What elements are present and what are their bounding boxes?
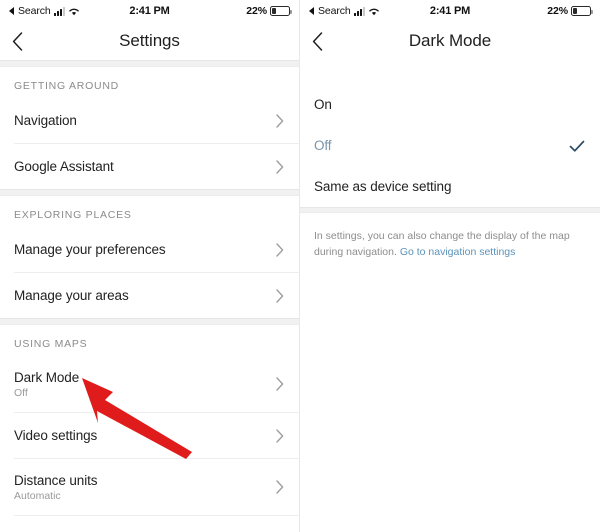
battery-percent-label: 22% bbox=[246, 5, 267, 17]
settings-navbar: Settings bbox=[0, 22, 299, 60]
row-texts: Google Assistant bbox=[14, 159, 275, 174]
row-texts: Navigation bbox=[14, 113, 275, 128]
battery-low-icon bbox=[571, 6, 593, 16]
row-title: Manage your preferences bbox=[14, 242, 166, 257]
chevron-right-icon bbox=[275, 113, 285, 129]
carrier-back-label: Search bbox=[18, 5, 51, 17]
status-left-group: Search bbox=[9, 5, 129, 17]
status-bar-right: Search 2:41 PM 22% bbox=[300, 0, 600, 22]
section-header-using-maps: USING MAPS bbox=[14, 338, 88, 350]
row-texts: Manage your preferences bbox=[14, 242, 275, 257]
chevron-right-icon bbox=[275, 428, 285, 444]
chevron-right-icon bbox=[275, 479, 285, 495]
settings-row-distance-units[interactable]: Distance units Automatic bbox=[0, 459, 299, 515]
option-row-off[interactable]: Off bbox=[300, 125, 600, 166]
row-title: Dark Mode bbox=[14, 369, 80, 385]
settings-row-google-assistant[interactable]: Google Assistant bbox=[0, 144, 299, 189]
status-bar-left: Search 2:41 PM 22% bbox=[0, 0, 299, 22]
row-title: Video settings bbox=[14, 428, 98, 443]
signal-bars-icon bbox=[353, 6, 365, 16]
section-band bbox=[0, 60, 299, 67]
row-texts: Manage your areas bbox=[14, 288, 275, 303]
dark-mode-navbar: Dark Mode bbox=[300, 22, 600, 60]
row-subtitle: Off bbox=[14, 386, 28, 399]
row-title: Manage your areas bbox=[14, 288, 129, 303]
section-header-getting-around: GETTING AROUND bbox=[14, 80, 120, 92]
battery-percent-label: 22% bbox=[547, 5, 568, 17]
page-title: Settings bbox=[119, 31, 180, 50]
status-time: 2:41 PM bbox=[129, 5, 170, 17]
back-triangle-icon bbox=[9, 7, 14, 15]
section-band bbox=[0, 318, 299, 325]
settings-row-dark-mode[interactable]: Dark Mode Off bbox=[0, 356, 299, 412]
section-header-exploring-places: EXPLORING PLACES bbox=[14, 209, 132, 221]
dark-mode-screen: Search 2:41 PM 22% Dark Mode On Off Same… bbox=[300, 0, 600, 532]
chevron-right-icon bbox=[275, 242, 285, 258]
row-subtitle: Automatic bbox=[14, 489, 61, 502]
wifi-icon bbox=[68, 7, 80, 16]
settings-row-video-settings[interactable]: Video settings bbox=[0, 413, 299, 458]
row-title: Distance units bbox=[14, 472, 98, 488]
chevron-right-icon bbox=[275, 288, 285, 304]
option-row-on[interactable]: On bbox=[300, 84, 600, 125]
row-texts: Distance units Automatic bbox=[14, 473, 275, 502]
back-button-dark-mode[interactable] bbox=[312, 26, 338, 56]
carrier-back-label: Search bbox=[318, 5, 351, 17]
footer-note: In settings, you can also change the dis… bbox=[300, 213, 600, 261]
settings-row-navigation[interactable]: Navigation bbox=[0, 98, 299, 143]
row-texts: Video settings bbox=[14, 428, 275, 443]
page-title: Dark Mode bbox=[408, 31, 492, 50]
chevron-right-icon bbox=[275, 376, 285, 392]
settings-screen: Search 2:41 PM 22% Settings GETTING AROU… bbox=[0, 0, 300, 532]
row-title: Navigation bbox=[14, 113, 77, 128]
chevron-left-icon bbox=[12, 31, 23, 51]
battery-low-icon bbox=[270, 6, 292, 16]
checkmark-icon bbox=[568, 137, 586, 155]
status-left-group: Search bbox=[309, 5, 430, 17]
back-triangle-icon bbox=[309, 7, 314, 15]
settings-row-manage-your-areas[interactable]: Manage your areas bbox=[0, 273, 299, 318]
signal-bars-icon bbox=[53, 6, 65, 16]
row-texts: Dark Mode Off bbox=[14, 370, 275, 399]
option-row-same-as-device-setting[interactable]: Same as device setting bbox=[300, 166, 600, 207]
status-right-group: 22% bbox=[470, 5, 593, 17]
back-button-settings[interactable] bbox=[12, 26, 38, 56]
dual-screenshot-container: Search 2:41 PM 22% Settings GETTING AROU… bbox=[0, 0, 600, 532]
section-band bbox=[0, 189, 299, 196]
chevron-left-icon bbox=[312, 31, 323, 51]
row-divider bbox=[14, 515, 299, 516]
go-to-navigation-settings-link[interactable]: Go to navigation settings bbox=[400, 246, 516, 258]
settings-row-manage-your-preferences[interactable]: Manage your preferences bbox=[0, 227, 299, 272]
status-time: 2:41 PM bbox=[429, 5, 471, 17]
status-right-group: 22% bbox=[170, 5, 292, 17]
wifi-icon bbox=[368, 7, 380, 16]
option-label: Same as device setting bbox=[314, 179, 452, 194]
option-label: On bbox=[314, 97, 332, 112]
chevron-right-icon bbox=[275, 159, 285, 175]
option-label: Off bbox=[314, 138, 332, 153]
row-title: Google Assistant bbox=[14, 159, 114, 174]
